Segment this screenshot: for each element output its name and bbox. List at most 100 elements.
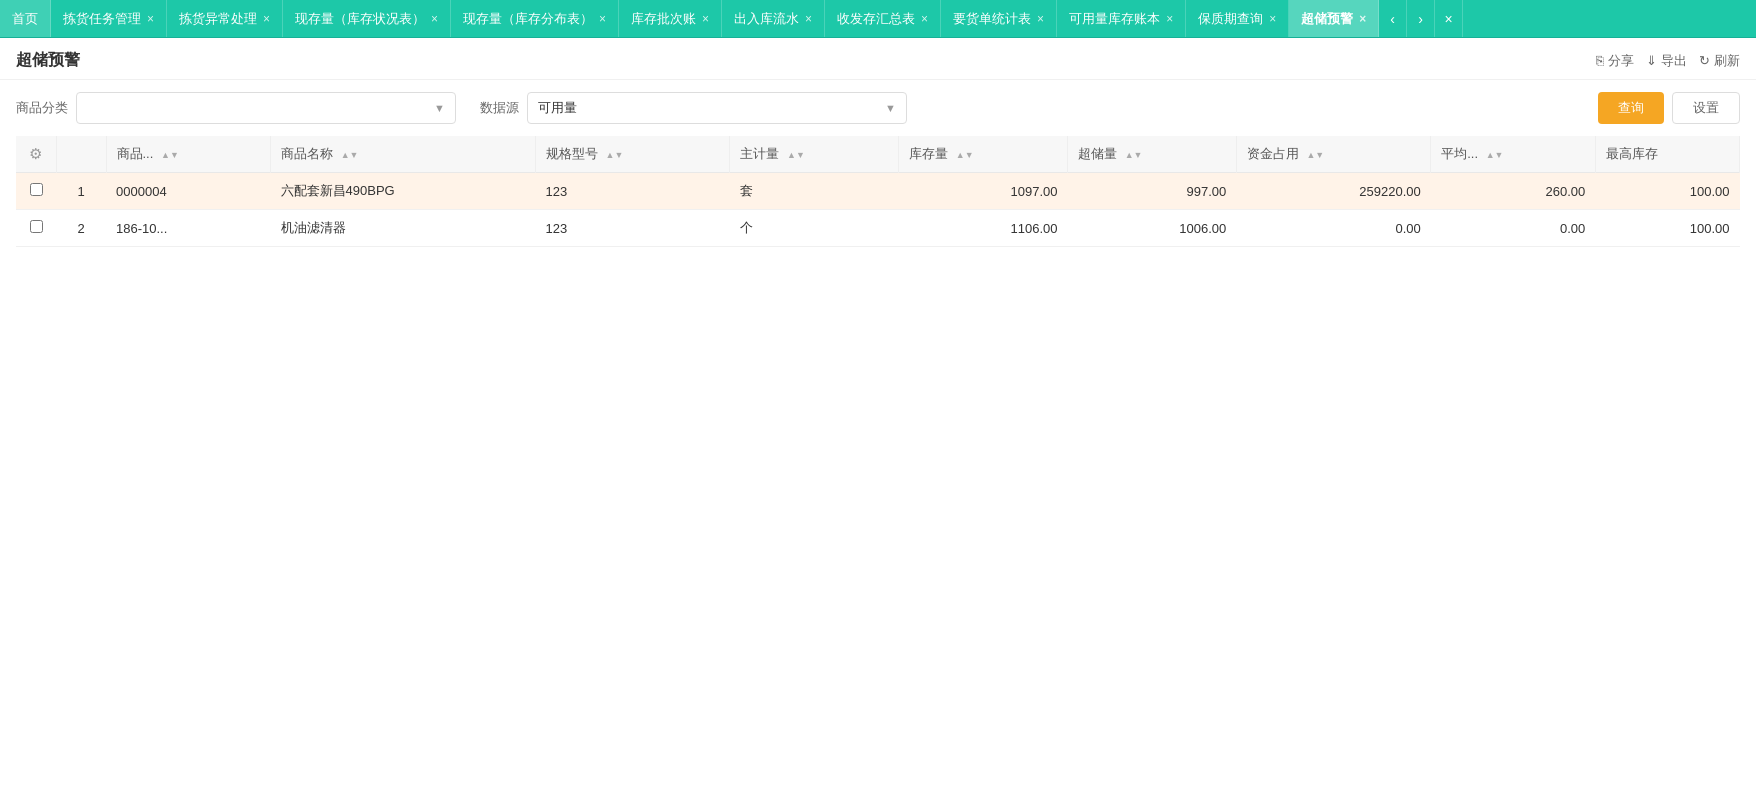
nav-expiry[interactable]: 保质期查询 × (1186, 0, 1289, 37)
nav-exception[interactable]: 拣货异常处理 × (167, 0, 283, 37)
sort-avg-icon[interactable]: ▲▼ (1486, 150, 1504, 160)
page-header: 超储预警 ⎘ 分享 ⇓ 导出 ↻ 刷新 (0, 38, 1756, 80)
top-navigation: 首页 拣货任务管理 × 拣货异常处理 × 现存量（库存状况表） × 现存量（库存… (0, 0, 1756, 38)
nav-available-stock[interactable]: 可用量库存账本 × (1057, 0, 1186, 37)
row-overstock: 997.00 (1068, 173, 1237, 210)
row-spec: 123 (535, 173, 729, 210)
nav-flow[interactable]: 出入库流水 × (722, 0, 825, 37)
sort-unit-icon[interactable]: ▲▼ (787, 150, 805, 160)
page-title: 超储预警 (16, 50, 80, 71)
category-chevron-icon: ▼ (434, 102, 445, 114)
row-overstock: 1006.00 (1068, 210, 1237, 247)
col-maxstock[interactable]: 最高库存 (1595, 136, 1739, 173)
refresh-icon: ↻ (1699, 53, 1710, 68)
nav-overstock-close[interactable]: × (1359, 12, 1366, 26)
row-checkbox[interactable] (30, 183, 43, 196)
share-button[interactable]: ⎘ 分享 (1596, 52, 1634, 70)
row-maxstock: 100.00 (1595, 210, 1739, 247)
row-num: 2 (56, 210, 106, 247)
col-capital[interactable]: 资金占用 ▲▼ (1236, 136, 1430, 173)
sort-capital-icon[interactable]: ▲▼ (1306, 150, 1324, 160)
category-select[interactable]: ▼ (76, 92, 456, 124)
datasource-select-value: 可用量 (538, 99, 577, 117)
nav-home[interactable]: 首页 (0, 0, 51, 37)
row-gear-cell (16, 173, 56, 210)
nav-stock-dist[interactable]: 现存量（库存分布表） × (451, 0, 619, 37)
share-icon: ⎘ (1596, 53, 1604, 68)
col-name[interactable]: 商品名称 ▲▼ (271, 136, 536, 173)
nav-expiry-close[interactable]: × (1269, 12, 1276, 26)
row-gear-cell (16, 210, 56, 247)
row-num: 1 (56, 173, 106, 210)
datasource-label: 数据源 (480, 99, 519, 117)
category-label: 商品分类 (16, 99, 68, 117)
row-name: 六配套新昌490BPG (271, 173, 536, 210)
row-avg: 0.00 (1431, 210, 1596, 247)
gear-icon[interactable]: ⚙ (29, 145, 42, 162)
column-settings: ⚙ (16, 136, 56, 173)
sort-code-icon[interactable]: ▲▼ (161, 150, 179, 160)
row-unit: 个 (730, 210, 899, 247)
filter-actions: 查询 设置 (1598, 92, 1740, 124)
nav-task-mgmt[interactable]: 拣货任务管理 × (51, 0, 167, 37)
table-body: 1 0000004 六配套新昌490BPG 123 套 1097.00 997.… (16, 173, 1740, 247)
sort-overstock-icon[interactable]: ▲▼ (1125, 150, 1143, 160)
row-capital: 0.00 (1236, 210, 1430, 247)
col-num (56, 136, 106, 173)
overstock-table: ⚙ 商品... ▲▼ 商品名称 ▲▼ 规格型号 ▲▼ (16, 136, 1740, 247)
header-actions: ⎘ 分享 ⇓ 导出 ↻ 刷新 (1596, 52, 1740, 70)
col-stock[interactable]: 库存量 ▲▼ (899, 136, 1068, 173)
row-code: 186-10... (106, 210, 271, 247)
sort-name-icon[interactable]: ▲▼ (341, 150, 359, 160)
nav-order-close[interactable]: × (1037, 12, 1044, 26)
row-maxstock: 100.00 (1595, 173, 1739, 210)
row-avg: 260.00 (1431, 173, 1596, 210)
export-icon: ⇓ (1646, 53, 1657, 68)
sort-stock-icon[interactable]: ▲▼ (956, 150, 974, 160)
nav-prev-arrow[interactable]: ‹ (1379, 0, 1407, 37)
row-stock: 1097.00 (899, 173, 1068, 210)
row-name: 机油滤清器 (271, 210, 536, 247)
export-button[interactable]: ⇓ 导出 (1646, 52, 1687, 70)
nav-close-arrow[interactable]: × (1435, 0, 1463, 37)
refresh-button[interactable]: ↻ 刷新 (1699, 52, 1740, 70)
nav-summary-close[interactable]: × (921, 12, 928, 26)
row-capital: 259220.00 (1236, 173, 1430, 210)
col-unit[interactable]: 主计量 ▲▼ (730, 136, 899, 173)
nav-batch-account[interactable]: 库存批次账 × (619, 0, 722, 37)
datasource-chevron-icon: ▼ (885, 102, 896, 114)
nav-summary[interactable]: 收发存汇总表 × (825, 0, 941, 37)
query-button[interactable]: 查询 (1598, 92, 1664, 124)
col-avg[interactable]: 平均... ▲▼ (1431, 136, 1596, 173)
col-spec[interactable]: 规格型号 ▲▼ (535, 136, 729, 173)
row-stock: 1106.00 (899, 210, 1068, 247)
nav-batch-close[interactable]: × (702, 12, 709, 26)
nav-task-mgmt-close[interactable]: × (147, 12, 154, 26)
row-unit: 套 (730, 173, 899, 210)
table-row: 1 0000004 六配套新昌490BPG 123 套 1097.00 997.… (16, 173, 1740, 210)
table-header-row: ⚙ 商品... ▲▼ 商品名称 ▲▼ 规格型号 ▲▼ (16, 136, 1740, 173)
nav-stock-status-close[interactable]: × (431, 12, 438, 26)
nav-exception-close[interactable]: × (263, 12, 270, 26)
nav-flow-close[interactable]: × (805, 12, 812, 26)
col-code[interactable]: 商品... ▲▼ (106, 136, 271, 173)
nav-stock-status[interactable]: 现存量（库存状况表） × (283, 0, 451, 37)
row-code: 0000004 (106, 173, 271, 210)
filter-area: 商品分类 ▼ 数据源 可用量 ▼ 查询 设置 (0, 80, 1756, 136)
nav-overstock[interactable]: 超储预警 × (1289, 0, 1379, 37)
nav-available-close[interactable]: × (1166, 12, 1173, 26)
nav-stock-dist-close[interactable]: × (599, 12, 606, 26)
settings-button[interactable]: 设置 (1672, 92, 1740, 124)
datasource-select[interactable]: 可用量 ▼ (527, 92, 907, 124)
category-filter-group: 商品分类 ▼ (16, 92, 456, 124)
nav-order-stats[interactable]: 要货单统计表 × (941, 0, 1057, 37)
col-overstock[interactable]: 超储量 ▲▼ (1068, 136, 1237, 173)
sort-spec-icon[interactable]: ▲▼ (606, 150, 624, 160)
row-spec: 123 (535, 210, 729, 247)
row-checkbox[interactable] (30, 220, 43, 233)
page-container: 超储预警 ⎘ 分享 ⇓ 导出 ↻ 刷新 商品分类 ▼ 数据源 (0, 38, 1756, 800)
nav-next-arrow[interactable]: › (1407, 0, 1435, 37)
table-row: 2 186-10... 机油滤清器 123 个 1106.00 1006.00 … (16, 210, 1740, 247)
table-container: ⚙ 商品... ▲▼ 商品名称 ▲▼ 规格型号 ▲▼ (0, 136, 1756, 247)
datasource-filter-group: 数据源 可用量 ▼ (480, 92, 907, 124)
